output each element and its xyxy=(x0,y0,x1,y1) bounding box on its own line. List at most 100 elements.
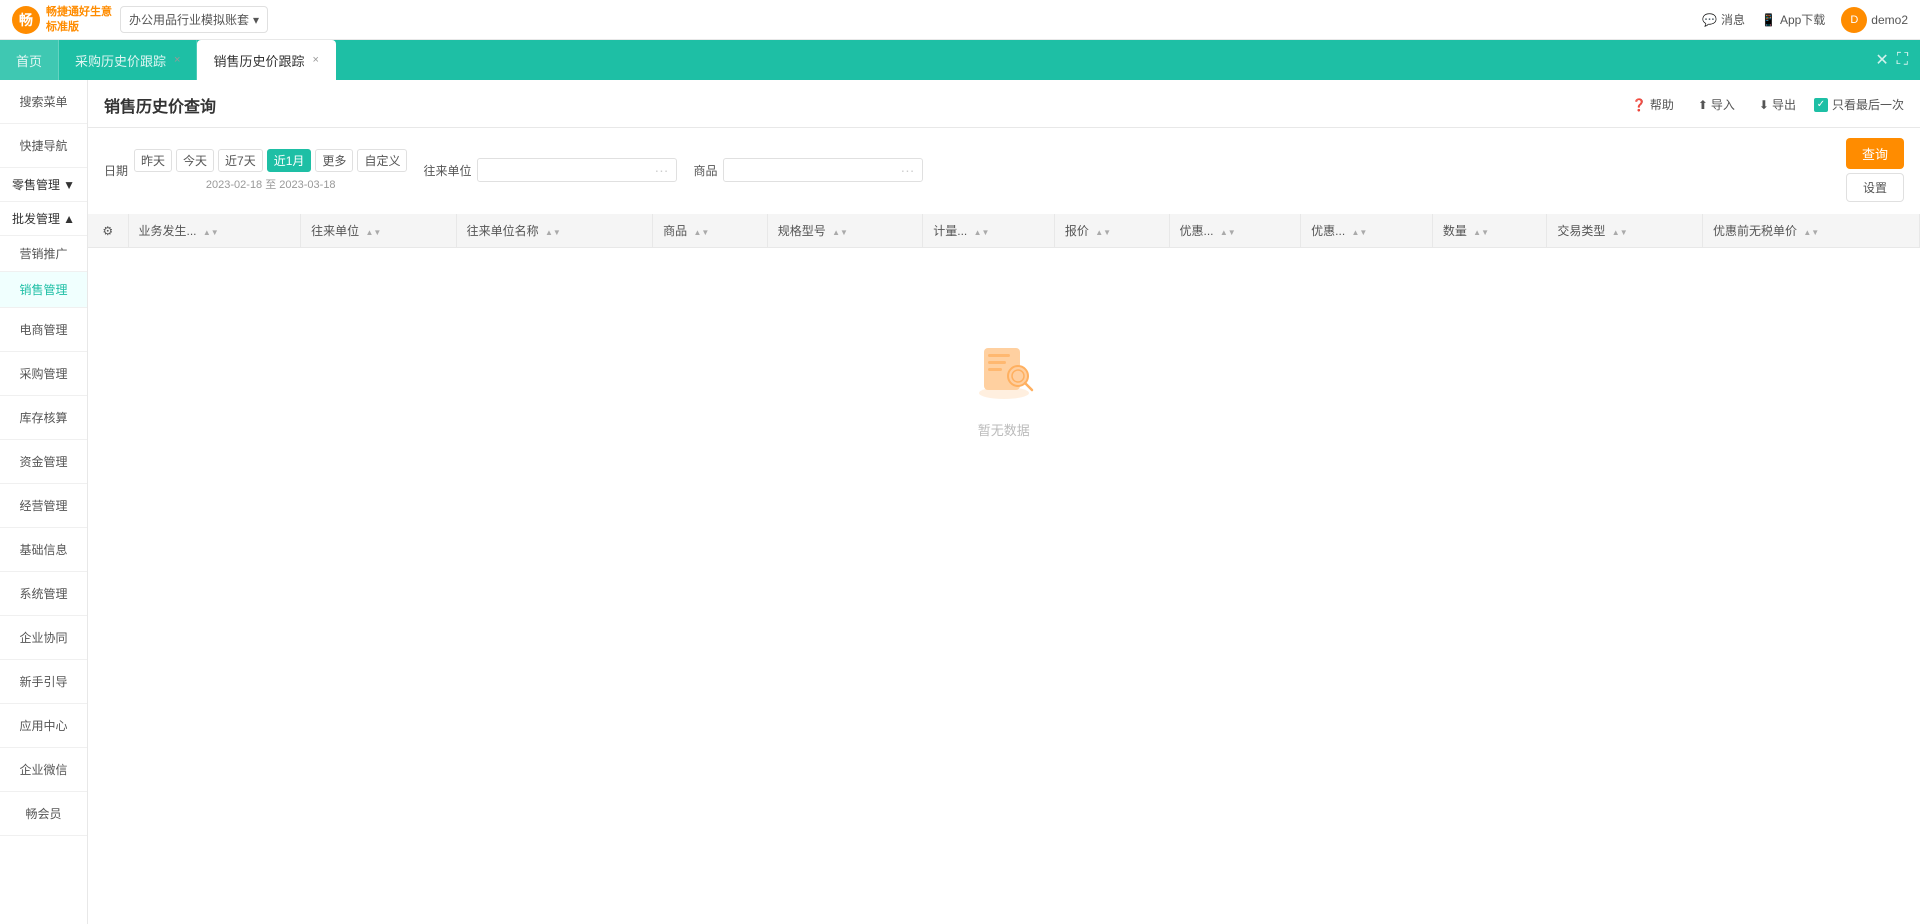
filter-row: 日期 昨天 今天 近7天 近1月 更多 自定义 2023-02-18 至 202… xyxy=(88,128,1920,214)
sidebar-item-ecommerce[interactable]: 电商管理 xyxy=(0,308,87,352)
th-tx-type[interactable]: 交易类型 ▲▼ xyxy=(1547,214,1703,248)
message-button[interactable]: 💬 消息 xyxy=(1702,11,1745,28)
table-body: 暂无数据 xyxy=(88,248,1920,520)
sales-mgmt-label: 销售管理 xyxy=(19,281,67,298)
th-discount1[interactable]: 优惠... ▲▼ xyxy=(1169,214,1301,248)
date-btn-more[interactable]: 更多 xyxy=(315,149,353,172)
th-gear[interactable]: ⚙ xyxy=(88,214,128,248)
tab-sales[interactable]: 销售历史价跟踪 × xyxy=(197,40,335,80)
th-product[interactable]: 商品 ▲▼ xyxy=(653,214,768,248)
product-text-input[interactable] xyxy=(732,163,896,177)
import-button[interactable]: ⬆ 导入 xyxy=(1692,92,1741,117)
tab-bar: 首页 采购历史价跟踪 × 销售历史价跟踪 × ✕ ⛶ xyxy=(0,40,1920,80)
appcenter-label: 应用中心 xyxy=(19,717,67,734)
th-unit[interactable]: 往来单位 ▲▼ xyxy=(301,214,457,248)
sidebar-item-enterprise[interactable]: 企业协同 xyxy=(0,616,87,660)
chevron-down-icon: ▾ xyxy=(253,13,259,27)
sidebar-item-marketing[interactable]: 营销推广 xyxy=(0,236,87,272)
th-biz-date[interactable]: 业务发生... ▲▼ xyxy=(128,214,301,248)
main-layout: 搜索菜单 快捷导航 零售管理 ▼ 批发管理 ▲ 营销推广 销售管理 电商管理 采… xyxy=(0,80,1920,924)
date-btn-7days[interactable]: 近7天 xyxy=(218,149,263,172)
date-btn-today[interactable]: 今天 xyxy=(176,149,214,172)
sort-icon-tx-type: ▲▼ xyxy=(1612,229,1628,237)
message-icon: 💬 xyxy=(1702,13,1717,27)
from-unit-label: 往来单位 xyxy=(423,162,471,179)
date-btn-yesterday[interactable]: 昨天 xyxy=(134,149,172,172)
th-unit2[interactable]: 计量... ▲▼ xyxy=(923,214,1055,248)
query-button[interactable]: 查询 xyxy=(1846,138,1904,169)
quicknav-label: 快捷导航 xyxy=(19,137,67,154)
sidebar-item-system[interactable]: 系统管理 xyxy=(0,572,87,616)
logo-icon: 畅 xyxy=(12,6,40,34)
th-spec[interactable]: 规格型号 ▲▼ xyxy=(767,214,923,248)
from-unit-text-input[interactable] xyxy=(486,163,650,177)
sidebar-item-search[interactable]: 搜索菜单 xyxy=(0,80,87,124)
gear-icon[interactable]: ⚙ xyxy=(102,224,113,238)
sidebar-item-newguide[interactable]: 新手引导 xyxy=(0,660,87,704)
maximize-icon[interactable]: ⛶ xyxy=(1897,51,1908,69)
sidebar-item-purchase[interactable]: 采购管理 xyxy=(0,352,87,396)
tab-sales-close[interactable]: × xyxy=(312,54,318,66)
sidebar-item-finance[interactable]: 资金管理 xyxy=(0,440,87,484)
settings-button[interactable]: 设置 xyxy=(1846,173,1904,202)
empty-state-row: 暂无数据 xyxy=(88,248,1920,520)
date-btn-1month[interactable]: 近1月 xyxy=(267,149,312,172)
top-bar: 畅 畅捷通好生意 标准版 办公用品行业模拟账套 ▾ 💬 消息 📱 App下载 D… xyxy=(0,0,1920,40)
from-unit-input[interactable]: ··· xyxy=(477,158,677,182)
data-table: ⚙ 业务发生... ▲▼ 往来单位 ▲▼ 往来单位名称 ▲▼ xyxy=(88,214,1920,519)
date-btns-row: 昨天 今天 近7天 近1月 更多 自定义 xyxy=(134,149,407,172)
th-discount2[interactable]: 优惠... ▲▼ xyxy=(1301,214,1433,248)
page-title-row: 销售历史价查询 ❓ 帮助 ⬆ 导入 ⬇ 导出 ✓ xyxy=(104,92,1904,117)
sidebar-item-inventory[interactable]: 库存核算 xyxy=(0,396,87,440)
top-bar-left: 畅 畅捷通好生意 标准版 办公用品行业模拟账套 ▾ xyxy=(12,5,268,34)
sidebar-item-basic[interactable]: 基础信息 xyxy=(0,528,87,572)
empty-state-text: 暂无数据 xyxy=(978,420,1030,439)
sidebar-item-quicknav[interactable]: 快捷导航 xyxy=(0,124,87,168)
product-filter-group: 商品 ··· xyxy=(693,158,923,182)
help-button[interactable]: ❓ 帮助 xyxy=(1626,92,1680,117)
sidebar-item-member[interactable]: 畅会员 xyxy=(0,792,87,836)
enterprise-label: 企业协同 xyxy=(19,629,67,646)
export-button[interactable]: ⬇ 导出 xyxy=(1753,92,1802,117)
tab-bar-actions: ✕ ⛶ xyxy=(1863,40,1920,80)
th-pre-tax-price[interactable]: 优惠前无税单价 ▲▼ xyxy=(1702,214,1919,248)
purchase-tab-label: 采购历史价跟踪 xyxy=(75,51,166,70)
close-tab-icon[interactable]: ✕ xyxy=(1875,50,1888,70)
filter-btns-col: 查询 设置 xyxy=(1846,138,1904,202)
last-only-checkbox[interactable]: ✓ 只看最后一次 xyxy=(1814,96,1904,113)
retail-arrow: ▼ xyxy=(63,178,75,192)
sidebar-item-sales-mgmt[interactable]: 销售管理 xyxy=(0,272,87,308)
date-label: 日期 xyxy=(104,162,128,179)
retail-label: 零售管理 xyxy=(12,176,60,193)
th-unit-name[interactable]: 往来单位名称 ▲▼ xyxy=(456,214,652,248)
th-qty[interactable]: 数量 ▲▼ xyxy=(1432,214,1547,248)
user-menu[interactable]: D demo2 xyxy=(1841,7,1908,33)
logo-text: 畅捷通好生意 标准版 xyxy=(46,5,112,34)
tab-home[interactable]: 首页 xyxy=(0,40,59,80)
sidebar-item-retail[interactable]: 零售管理 ▼ xyxy=(0,168,87,202)
app-download-button[interactable]: 📱 App下载 xyxy=(1761,11,1825,28)
company-name: 办公用品行业模拟账套 xyxy=(129,11,249,28)
sort-icon-spec: ▲▼ xyxy=(832,229,848,237)
sort-icon-unit2: ▲▼ xyxy=(974,229,990,237)
sort-icon-qty: ▲▼ xyxy=(1473,229,1489,237)
sort-icon-unit-name: ▲▼ xyxy=(545,229,561,237)
date-btn-custom[interactable]: 自定义 xyxy=(357,149,407,172)
page-header: 销售历史价查询 ❓ 帮助 ⬆ 导入 ⬇ 导出 ✓ xyxy=(88,80,1920,128)
sidebar-item-operation[interactable]: 经营管理 xyxy=(0,484,87,528)
sort-icon-quote: ▲▼ xyxy=(1095,229,1111,237)
sidebar-item-appcenter[interactable]: 应用中心 xyxy=(0,704,87,748)
th-quote[interactable]: 报价 ▲▼ xyxy=(1054,214,1169,248)
sidebar-item-wholesale[interactable]: 批发管理 ▲ xyxy=(0,202,87,236)
sidebar-item-wxwork[interactable]: 企业微信 xyxy=(0,748,87,792)
tab-purchase-close[interactable]: × xyxy=(174,54,180,66)
empty-state-icon xyxy=(964,328,1044,408)
company-selector[interactable]: 办公用品行业模拟账套 ▾ xyxy=(120,6,268,33)
download-icon: 📱 xyxy=(1761,13,1776,27)
sidebar: 搜索菜单 快捷导航 零售管理 ▼ 批发管理 ▲ 营销推广 销售管理 电商管理 采… xyxy=(0,80,88,924)
member-label: 畅会员 xyxy=(25,805,61,822)
page-actions: ❓ 帮助 ⬆ 导入 ⬇ 导出 ✓ 只看最后一次 xyxy=(1626,92,1904,117)
product-input[interactable]: ··· xyxy=(723,158,923,182)
content-area: 销售历史价查询 ❓ 帮助 ⬆ 导入 ⬇ 导出 ✓ xyxy=(88,80,1920,924)
tab-purchase[interactable]: 采购历史价跟踪 × xyxy=(59,40,197,80)
